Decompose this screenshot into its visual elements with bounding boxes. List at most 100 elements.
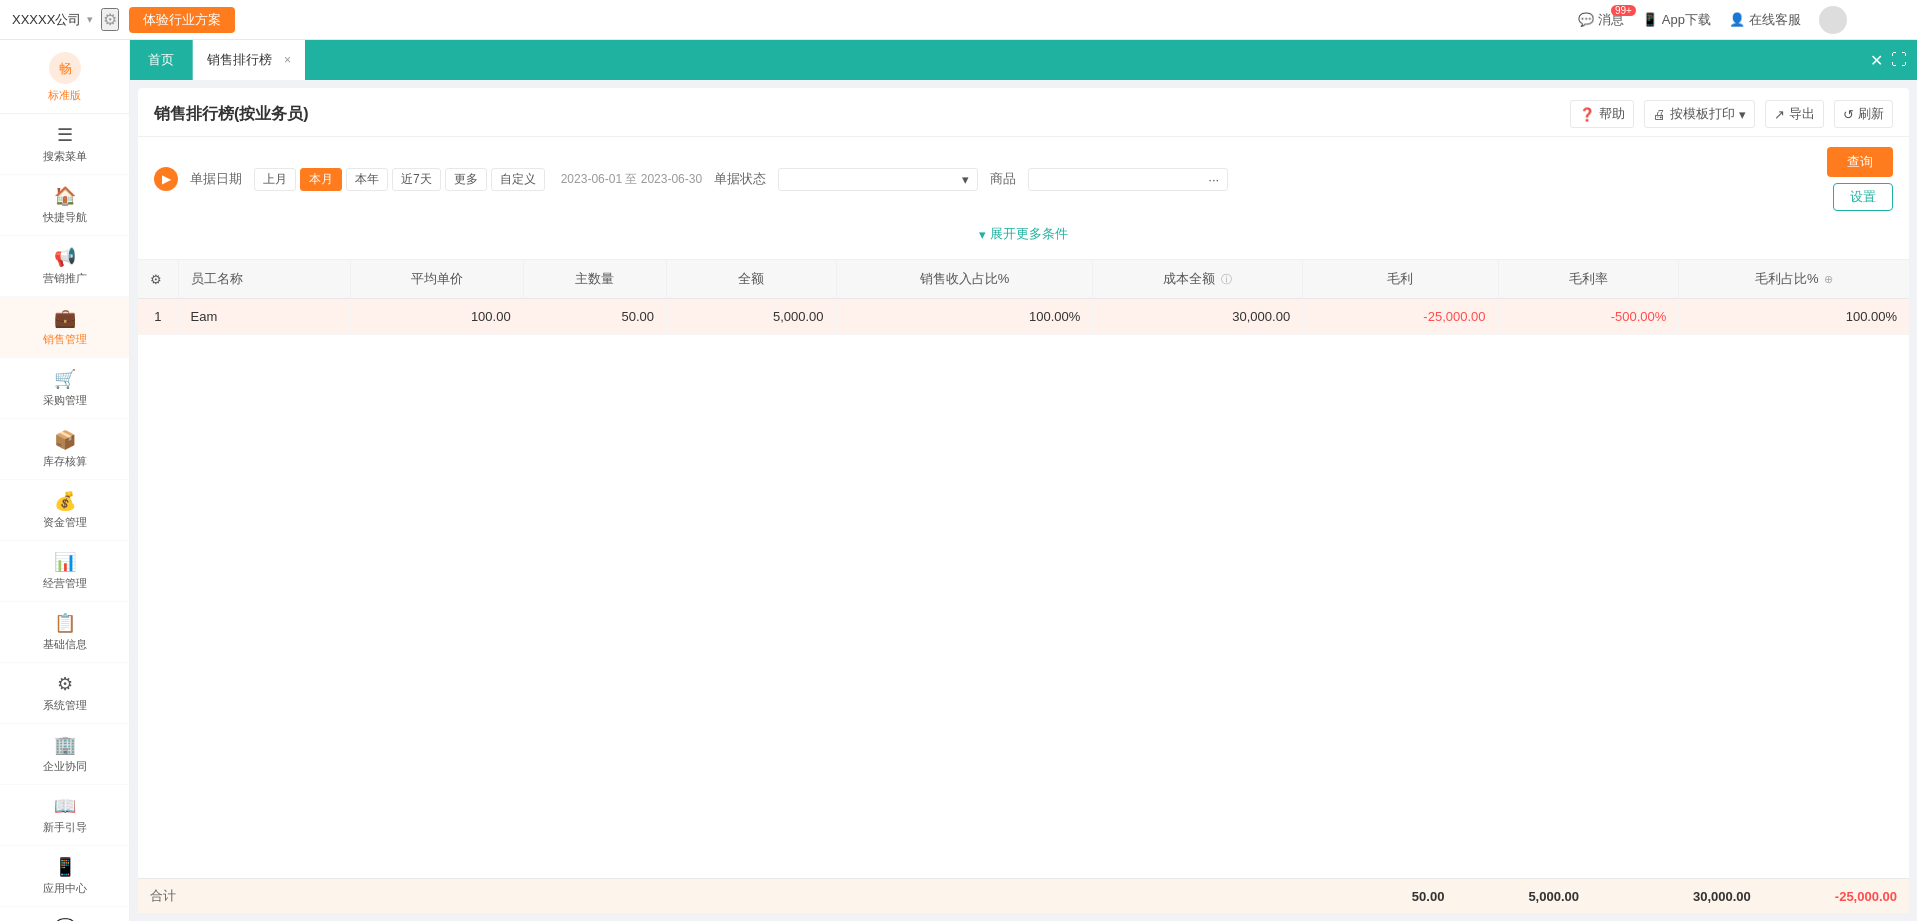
th-name-label: 员工名称 [191, 271, 243, 286]
finance-icon: 💰 [54, 490, 76, 512]
expand-arrow-button[interactable]: ▶ [154, 167, 178, 191]
date-btn-more[interactable]: 更多 [445, 168, 487, 191]
tab-sales-ranking[interactable]: 销售排行榜 × [193, 40, 305, 80]
sidebar-item-corp-wechat[interactable]: 💬 企业微信 [0, 907, 129, 921]
sidebar-item-label-search-order: 搜索菜单 [43, 149, 87, 164]
th-settings[interactable]: ⚙ [138, 260, 178, 299]
sidebar-item-label-basic-info: 基础信息 [43, 637, 87, 652]
th-cost-label: 成本全额 [1163, 271, 1215, 286]
company-selector[interactable]: XXXXX公司 ▾ [12, 11, 93, 29]
trial-button[interactable]: 体验行业方案 [129, 7, 235, 33]
date-btn-this-month[interactable]: 本月 [300, 168, 342, 191]
template-print-button[interactable]: 🖨 按模板打印 ▾ [1644, 100, 1755, 128]
sidebar-item-sales[interactable]: 💼 销售管理 [0, 297, 129, 358]
th-gross-rate: 毛利率 [1498, 260, 1679, 299]
tab-sales-ranking-label: 销售排行榜 [207, 51, 272, 69]
sidebar-item-marketing[interactable]: 📢 营销推广 [0, 236, 129, 297]
export-label: 导出 [1789, 105, 1815, 123]
th-amount-label: 全额 [738, 271, 764, 286]
topbar-settings-icon[interactable]: ⚙ [101, 8, 119, 31]
data-table: ⚙ 员工名称 平均单价 主数量 [138, 260, 1909, 335]
footer-cost-val: 30,000.00 [1693, 889, 1751, 904]
corp-wechat-icon: 💬 [54, 917, 76, 921]
th-name: 员工名称 [178, 260, 351, 299]
th-sales-ratio: 销售收入占比% [836, 260, 1093, 299]
td-rank: 1 [138, 299, 178, 335]
expand-label: 展开更多条件 [990, 225, 1068, 243]
sidebar-item-operations[interactable]: 📊 经营管理 [0, 541, 129, 602]
sidebar-item-quick-nav[interactable]: 🏠 快捷导航 [0, 175, 129, 236]
sidebar-item-label-sales: 销售管理 [43, 332, 87, 347]
page-actions: ❓ 帮助 🖨 按模板打印 ▾ ↗ 导出 ↺ [1570, 100, 1893, 128]
date-btn-this-year[interactable]: 本年 [346, 168, 388, 191]
th-cost: 成本全额 ⓘ [1093, 260, 1303, 299]
app-icon: 📱 [1642, 12, 1658, 27]
td-gross: -25,000.00 [1303, 299, 1498, 335]
avatar[interactable] [1819, 6, 1847, 34]
date-btn-last-month[interactable]: 上月 [254, 168, 296, 191]
date-btn-7days[interactable]: 近7天 [392, 168, 441, 191]
sidebar-item-guide[interactable]: 📖 新手引导 [0, 785, 129, 846]
td-qty: 50.00 [523, 299, 666, 335]
sidebar-item-label-quick-nav: 快捷导航 [43, 210, 87, 225]
footer-total-label: 合计 [150, 887, 176, 905]
sidebar-item-app-center[interactable]: 📱 应用中心 [0, 846, 129, 907]
gross-ratio-info-icon[interactable]: ⊕ [1824, 273, 1833, 285]
th-gross-rate-label: 毛利率 [1569, 271, 1608, 286]
status-select[interactable]: ▾ [778, 168, 978, 191]
company-name: XXXXX公司 [12, 11, 81, 29]
sidebar-item-label-purchase: 采购管理 [43, 393, 87, 408]
date-btn-custom[interactable]: 自定义 [491, 168, 545, 191]
page-header: 销售排行榜(按业务员) ❓ 帮助 🖨 按模板打印 ▾ ↗ [138, 88, 1909, 137]
settings-button[interactable]: 设置 [1833, 183, 1893, 211]
help-icon: ❓ [1579, 107, 1595, 122]
query-side: 查询 设置 [1827, 147, 1893, 211]
goods-input[interactable]: ··· [1028, 168, 1228, 191]
sales-icon: 💼 [54, 307, 76, 329]
td-gross-ratio: 100.00% [1679, 299, 1909, 335]
expand-more-button[interactable]: ▾ 展开更多条件 [154, 219, 1893, 249]
sidebar-item-label-finance: 资金管理 [43, 515, 87, 530]
th-avg-price: 平均单价 [351, 260, 524, 299]
sidebar-item-inventory[interactable]: 📦 库存核算 [0, 419, 129, 480]
corp-collab-icon: 🏢 [54, 734, 76, 756]
th-amount: 全额 [667, 260, 836, 299]
message-button[interactable]: 💬 消息 99+ [1578, 11, 1624, 29]
sidebar-item-finance[interactable]: 💰 资金管理 [0, 480, 129, 541]
online-service-button[interactable]: 👤 在线客服 [1729, 11, 1801, 29]
sidebar-item-corp-collab[interactable]: 🏢 企业协同 [0, 724, 129, 785]
sidebar-item-system[interactable]: ⚙ 系统管理 [0, 663, 129, 724]
status-filter-label: 单据状态 [714, 170, 766, 188]
sidebar-item-basic-info[interactable]: 📋 基础信息 [0, 602, 129, 663]
logo-text: 标准版 [48, 88, 81, 103]
sidebar-item-label-operations: 经营管理 [43, 576, 87, 591]
window-maximize-icon[interactable]: ⛶ [1891, 51, 1907, 69]
sidebar-item-purchase[interactable]: 🛒 采购管理 [0, 358, 129, 419]
sidebar-item-label-inventory: 库存核算 [43, 454, 87, 469]
goods-filter-label: 商品 [990, 170, 1016, 188]
sidebar-item-label-guide: 新手引导 [43, 820, 87, 835]
footer-gross-val: -25,000.00 [1835, 889, 1897, 904]
tab-home[interactable]: 首页 [130, 40, 193, 80]
logo-icon: 畅 [47, 50, 83, 86]
refresh-button[interactable]: ↺ 刷新 [1834, 100, 1893, 128]
cost-info-icon[interactable]: ⓘ [1221, 273, 1232, 285]
export-button[interactable]: ↗ 导出 [1765, 100, 1824, 128]
tab-close-icon[interactable]: × [284, 53, 291, 67]
help-button[interactable]: ❓ 帮助 [1570, 100, 1634, 128]
window-close-icon[interactable]: ✕ [1870, 51, 1883, 70]
query-button[interactable]: 查询 [1827, 147, 1893, 177]
tab-bar: 首页 销售排行榜 × ✕ ⛶ [130, 40, 1917, 80]
footer-amount: 5,000.00 [1528, 889, 1579, 904]
purchase-icon: 🛒 [54, 368, 76, 390]
help-label: 帮助 [1599, 105, 1625, 123]
quick-nav-icon: 🏠 [54, 185, 76, 207]
refresh-label: 刷新 [1858, 105, 1884, 123]
app-download-button[interactable]: 📱 App下载 [1642, 11, 1711, 29]
td-sales-ratio: 100.00% [836, 299, 1093, 335]
expand-chevron-icon: ▾ [979, 227, 986, 242]
sidebar-item-search-order[interactable]: ☰ 搜索菜单 [0, 114, 129, 175]
tab-home-label: 首页 [148, 51, 174, 69]
th-gross-label: 毛利 [1387, 271, 1413, 286]
table-header-row: ⚙ 员工名称 平均单价 主数量 [138, 260, 1909, 299]
